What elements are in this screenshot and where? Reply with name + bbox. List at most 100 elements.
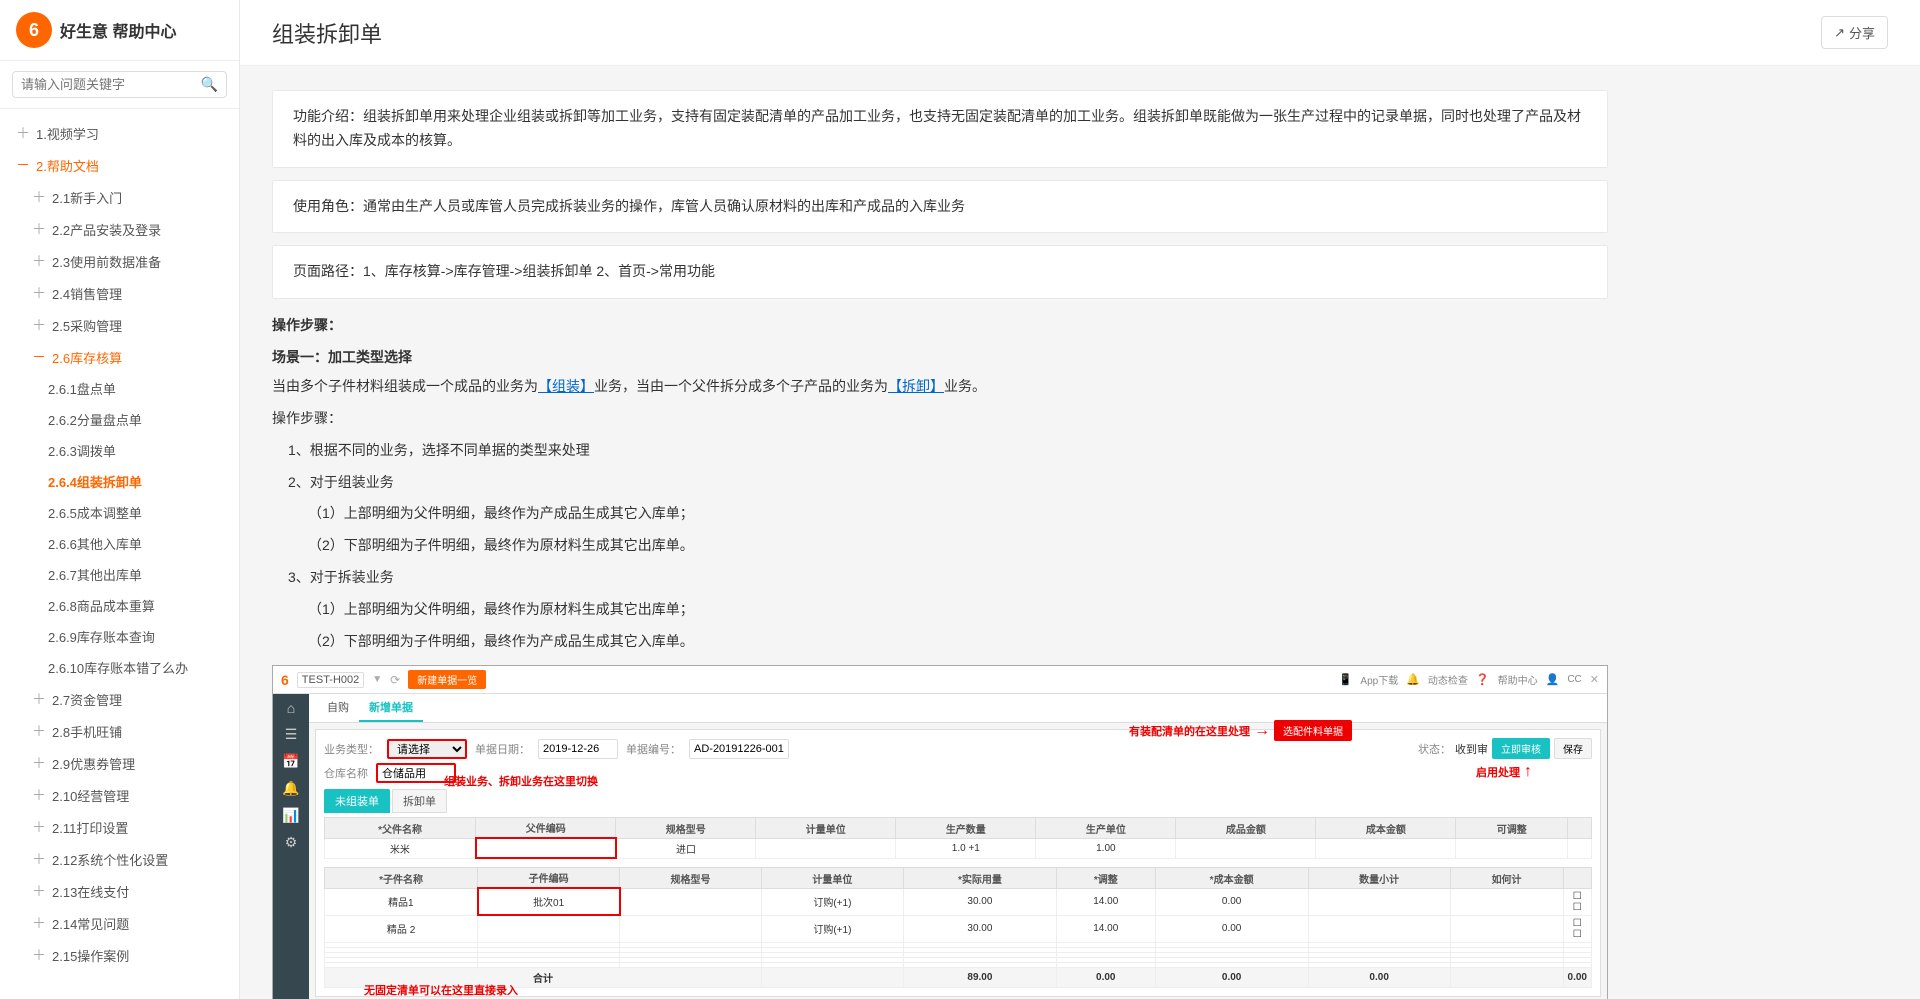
th-unit: 计量单位 [756,818,896,839]
mockup-topbar: 6 TEST-H002 ▼ ⟳ 新建单据一览 📱App下载 🔔动态检查 ❓帮助中… [273,666,1607,694]
func-intro-section: 功能介绍：组装拆卸单用来处理企业组装或拆卸等加工业务，支持有固定装配清单的产品加… [272,90,1608,168]
sidebar-item-s2-13[interactable]: ＋ 2.13在线支付 [0,875,239,907]
mockup-nav-new[interactable]: 新增单据 [359,694,423,722]
expand-icon: ＋ [32,785,46,805]
mockup-lower-section: 无固定清单可以在这里直接录入 *子件名称 子件编码 规格型号 计量单位 [324,867,1592,988]
ops-section: 操作步骤： 场景一：加工类型选择 当由多个子件材料组装成一个成品的业务为【组装】… [272,315,1608,999]
share-button[interactable]: ↗ 分享 [1821,16,1888,49]
sidebar-item-s2-6-8[interactable]: 2.6.8商品成本重算 [0,590,239,621]
sidebar-item-s2-6-2[interactable]: 2.6.2分量盘点单 [0,404,239,435]
share-icon: ↗ [1834,25,1845,41]
mockup-new-btn[interactable]: 新建单据一览 [408,670,486,689]
mockup-tab-disassemble[interactable]: 拆卸单 [392,789,447,813]
sidebar-item-s2-6-5[interactable]: 2.6.5成本调整单 [0,497,239,528]
td-child-name-2: 精品 2 [325,915,478,942]
sidebar-item-s2[interactable]: － 2.帮助文档 [0,149,239,181]
step-2-1: （1）上部明细为父件明细，最终作为产成品生成其它入库单； [288,502,1608,526]
step-3: 3、对于拆装业务 [288,566,1608,590]
sidebar-item-s2-6-7[interactable]: 2.6.7其他出库单 [0,559,239,590]
mockup-help-icon: ❓ [1476,673,1490,686]
td-child-unit-1: 订购(+1) [761,888,903,915]
mockup-status-val: 收到审 [1455,741,1488,757]
arrow-up-icon: ↑ [1524,763,1532,781]
mockup-tabs-row: 未组装单 拆卸单 组装业务、拆卸业务在这里切换 [324,789,1592,813]
step-2: 2、对于组装业务 [288,471,1608,495]
td-footer-89: 89.00 [903,967,1056,987]
mockup-type-label: 业务类型： [324,741,379,757]
mockup-sidebar-bell: 🔔 [282,780,299,797]
td-child-unit-2: 订购(+1) [761,915,903,942]
sidebar-item-s2-6-1[interactable]: 2.6.1盘点单 [0,373,239,404]
mockup-type-select[interactable]: 请选择 组装 拆卸 [387,739,467,759]
expand-icon: ＋ [32,913,46,933]
th-product-amt: 成品金额 [1176,818,1316,839]
td-adjustable-1 [1456,838,1568,858]
th-parent-code: 父件编码 [476,818,616,839]
app-logo: 6 [16,12,52,48]
expand-icon: ＋ [32,283,46,303]
mockup-date-input[interactable] [538,739,618,759]
mockup-save-btn[interactable]: 保存 [1554,738,1592,759]
annotation-enable-text: 启用处理 [1476,764,1520,780]
mockup-company: TEST-H002 [297,672,364,688]
sidebar-item-s2-6-6[interactable]: 2.6.6其他入库单 [0,528,239,559]
sidebar-item-s2-9[interactable]: ＋ 2.9优惠券管理 [0,747,239,779]
sidebar-item-s2-8[interactable]: ＋ 2.8手机旺铺 [0,715,239,747]
sidebar-item-s2-1[interactable]: ＋ 2.1新手入门 [0,181,239,213]
sidebar-item-s1[interactable]: ＋ 1.视频学习 [0,117,239,149]
th-child-unit: 计量单位 [761,868,903,889]
td-footer-0-2: 0.00 [1155,967,1308,987]
td-parent-name-1: 米米 [325,838,476,858]
sidebar-item-s2-6-9[interactable]: 2.6.9库存账本查询 [0,621,239,652]
link-zuanzhuang[interactable]: 【组装】 [538,378,594,394]
link-chaiqiao[interactable]: 【拆卸】 [888,378,944,394]
sidebar-item-s2-7[interactable]: ＋ 2.7资金管理 [0,683,239,715]
step-3-2: （2）下部明细为子件明细，最终作为产成品生成其它入库单。 [288,630,1608,654]
mockup-sidebar-list: ☰ [285,726,298,743]
ops-steps-title: 操作步骤： [272,407,1608,431]
mockup-tabs: 未组装单 拆卸单 [324,789,1592,813]
search-input[interactable] [21,77,201,92]
sidebar-item-s2-10[interactable]: ＋ 2.10经营管理 [0,779,239,811]
mockup-nav-purchase[interactable]: 自购 [317,694,359,722]
sidebar-item-s2-14[interactable]: ＋ 2.14常见问题 [0,907,239,939]
content-body: 功能介绍：组装拆卸单用来处理企业组装或拆卸等加工业务，支持有固定装配清单的产品加… [240,66,1640,999]
mockup-no-label: 单据编号： [626,741,681,757]
mockup-tab-assemble[interactable]: 未组装单 [324,789,390,813]
th-child-cost: *成本金额 [1155,868,1308,889]
td-unit-1 [756,838,896,858]
sidebar-item-s2-6-4[interactable]: 2.6.4组装拆卸单 [0,466,239,497]
mockup-audit-btn[interactable]: 立即审核 [1492,738,1550,759]
path-text: 页面路径：1、库存核算->库存管理->组装拆卸单 2、首页->常用功能 [293,263,715,279]
expand-icon: ＋ [32,251,46,271]
mockup-select-parts-btn[interactable]: 选配件料单据 [1274,720,1352,741]
td-calc-2 [1450,915,1563,942]
sidebar-item-s2-4[interactable]: ＋ 2.4销售管理 [0,277,239,309]
search-icon[interactable]: 🔍 [201,76,218,93]
sidebar-item-s2-11[interactable]: ＋ 2.11打印设置 [0,811,239,843]
td-spec-1: 进口 [616,838,756,858]
mockup-close-icon[interactable]: ✕ [1590,673,1599,686]
sidebar-item-s2-5[interactable]: ＋ 2.5采购管理 [0,309,239,341]
annotation-enable: 启用处理 ↑ [1476,763,1532,781]
td-child-act-2: ☐ ☐ [1563,915,1591,942]
sidebar-item-s2-2[interactable]: ＋ 2.2产品安装及登录 [0,213,239,245]
annotation-assembly: 有装配清单的在这里处理 → 选配件料单据 [1129,720,1352,741]
sidebar-item-s2-15[interactable]: ＋ 2.15操作案例 [0,939,239,971]
sidebar-item-s2-3[interactable]: ＋ 2.3使用前数据准备 [0,245,239,277]
sidebar-item-s2-12[interactable]: ＋ 2.12系统个性化设置 [0,843,239,875]
td-child-code-2 [478,915,620,942]
td-adjust-2: 14.00 [1057,915,1156,942]
annotation-direct-entry: 无固定清单可以在这里直接录入 [364,982,518,998]
mockup-no-input[interactable] [689,739,789,759]
mockup-sidebar-calendar: 📅 [282,753,299,770]
arrow-right-icon: → [1254,722,1270,740]
role-text: 使用角色：通常由生产人员或库管人员完成拆装业务的操作，库管人员确认原材料的出库和… [293,198,965,214]
mockup-dynamic-icon: 🔔 [1406,673,1420,686]
sidebar-item-s2-6-10[interactable]: 2.6.10库存账本错了么办 [0,652,239,683]
sidebar-item-s2-6[interactable]: － 2.6库存核算 [0,341,239,373]
sidebar-item-s2-6-3[interactable]: 2.6.3调拨单 [0,435,239,466]
td-child-cost-2: 0.00 [1155,915,1308,942]
expand-icon: ＋ [32,721,46,741]
mockup-dropdown-icon: ▼ [372,674,382,685]
